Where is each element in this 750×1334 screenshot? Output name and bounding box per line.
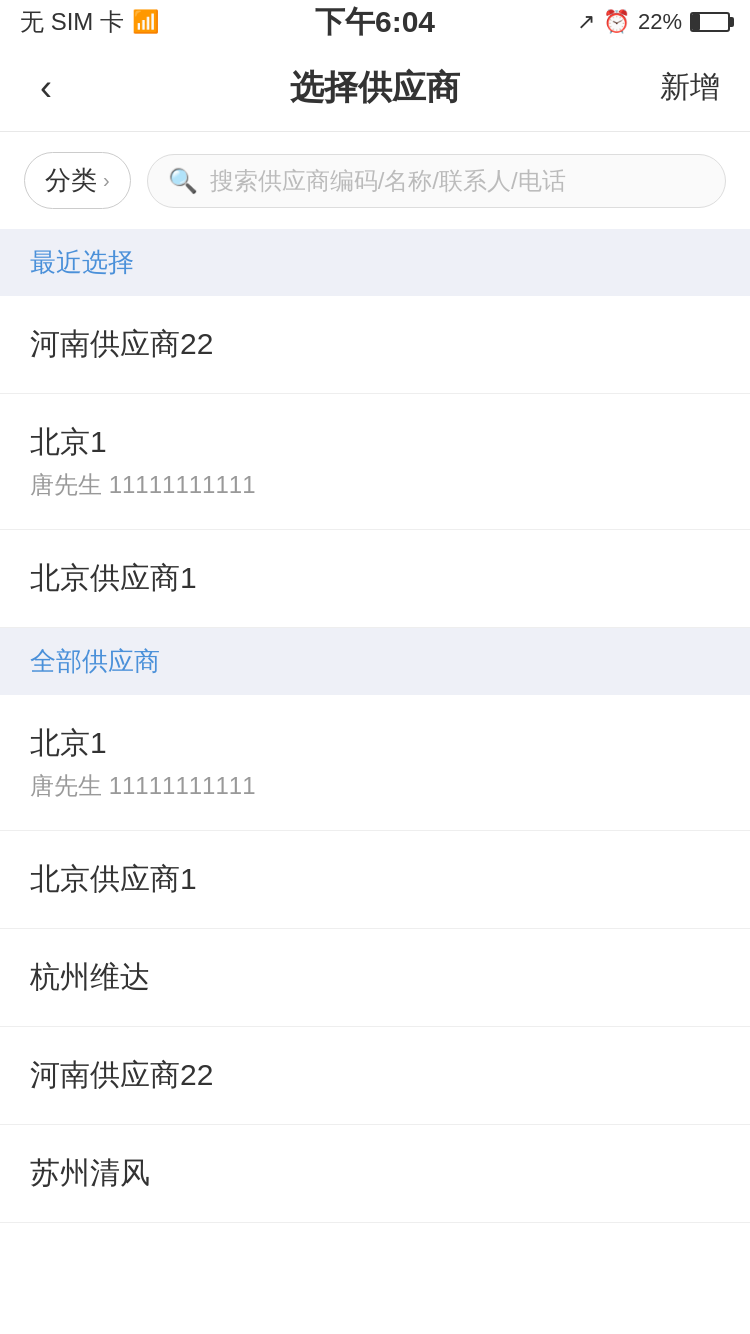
- category-label: 分类: [45, 163, 97, 198]
- location-icon: ↗: [577, 9, 595, 35]
- item-name: 北京供应商1: [30, 859, 720, 900]
- all-list-item[interactable]: 北京1 唐先生 11111111111: [0, 695, 750, 831]
- all-section-header: 全部供应商: [0, 628, 750, 695]
- back-button[interactable]: ‹: [30, 57, 62, 119]
- item-name: 杭州维达: [30, 957, 720, 998]
- search-placeholder: 搜索供应商编码/名称/联系人/电话: [210, 165, 566, 197]
- recent-items-list: 河南供应商22 北京1 唐先生 11111111111 北京供应商1: [0, 296, 750, 628]
- chevron-right-icon: ›: [103, 169, 110, 192]
- carrier-text: 无 SIM 卡: [20, 6, 124, 38]
- item-name: 北京1: [30, 422, 720, 463]
- category-filter-button[interactable]: 分类 ›: [24, 152, 131, 209]
- status-left: 无 SIM 卡 📶: [20, 6, 159, 38]
- recent-section-label: 最近选择: [30, 247, 134, 277]
- item-name: 河南供应商22: [30, 1055, 720, 1096]
- all-list-item[interactable]: 苏州清风: [0, 1125, 750, 1223]
- all-list-item[interactable]: 北京供应商1: [0, 831, 750, 929]
- alarm-icon: ⏰: [603, 9, 630, 35]
- battery-percent: 22%: [638, 9, 682, 35]
- search-box[interactable]: 🔍 搜索供应商编码/名称/联系人/电话: [147, 154, 726, 208]
- new-action-button[interactable]: 新增: [660, 67, 720, 108]
- item-name: 北京供应商1: [30, 558, 720, 599]
- filter-bar: 分类 › 🔍 搜索供应商编码/名称/联系人/电话: [0, 132, 750, 229]
- search-icon: 🔍: [168, 167, 198, 195]
- item-sub: 唐先生 11111111111: [30, 469, 720, 501]
- page-title: 选择供应商: [290, 65, 460, 111]
- recent-list-item[interactable]: 河南供应商22: [0, 296, 750, 394]
- recent-section-header: 最近选择: [0, 229, 750, 296]
- recent-list-item[interactable]: 北京1 唐先生 11111111111: [0, 394, 750, 530]
- item-name: 河南供应商22: [30, 324, 720, 365]
- item-sub: 唐先生 11111111111: [30, 770, 720, 802]
- status-time: 下午6:04: [315, 2, 435, 43]
- all-section-label: 全部供应商: [30, 646, 160, 676]
- wifi-icon: 📶: [132, 9, 159, 35]
- all-list-item[interactable]: 杭州维达: [0, 929, 750, 1027]
- nav-bar: ‹ 选择供应商 新增: [0, 44, 750, 132]
- battery-icon: [690, 12, 730, 32]
- all-list-item[interactable]: 河南供应商22: [0, 1027, 750, 1125]
- status-right: ↗ ⏰ 22%: [577, 9, 730, 35]
- item-name: 苏州清风: [30, 1153, 720, 1194]
- status-bar: 无 SIM 卡 📶 下午6:04 ↗ ⏰ 22%: [0, 0, 750, 44]
- item-name: 北京1: [30, 723, 720, 764]
- recent-list-item[interactable]: 北京供应商1: [0, 530, 750, 628]
- all-items-list: 北京1 唐先生 11111111111 北京供应商1 杭州维达河南供应商22 苏州清…: [0, 695, 750, 1223]
